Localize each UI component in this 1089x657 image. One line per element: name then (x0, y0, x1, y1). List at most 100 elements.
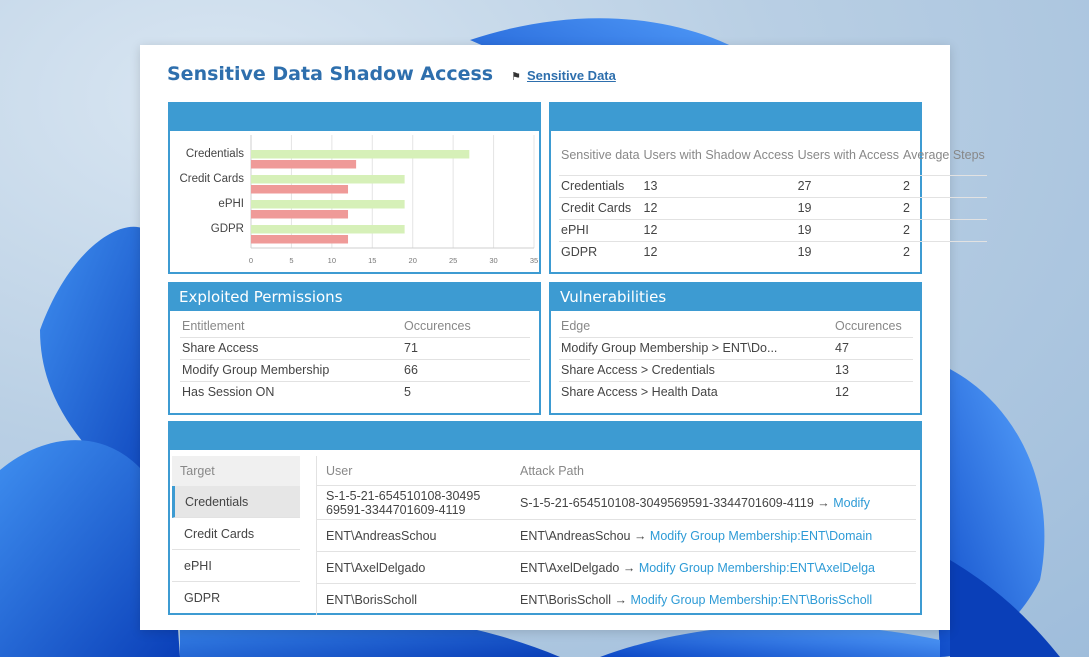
target-item-gdpr[interactable]: GDPR (172, 582, 300, 614)
table-cell: 2 (903, 245, 910, 260)
bar (251, 200, 405, 209)
user-header: User (326, 463, 353, 478)
path-link[interactable]: Modify Group Membership:ENT\Domain (650, 529, 872, 543)
table-cell: Modify Group Membership (180, 359, 402, 382)
table-row[interactable]: GDPR 12 19 2 (559, 241, 987, 263)
column-header: Average Steps (901, 137, 987, 176)
exploited-permissions-table: Entitlement Occurences Share Access 71 M… (180, 315, 530, 403)
tag-link[interactable]: Sensitive Data (527, 68, 616, 83)
panel-title: Vulnerabilities (551, 284, 920, 311)
summary-panel: Sensitive data Users with Shadow Access … (549, 102, 987, 274)
path-cell: ENT\AndreasSchou → Modify Group Membersh… (520, 529, 916, 543)
column-header: Occurences (833, 315, 913, 338)
target-item-ephi[interactable]: ePHI (172, 550, 300, 582)
user-cell: ENT\AndreasSchou (326, 528, 437, 543)
category-label: GDPR (211, 223, 244, 235)
tag-link-wrapper[interactable]: ⚑ Sensitive Data (511, 68, 616, 83)
table-cell: 13 (833, 359, 913, 382)
table-cell: 71 (402, 337, 530, 360)
vulnerabilities-table: Edge Occurences Modify Group Membership … (559, 315, 913, 403)
path-prefix: ENT\BorisScholl → (520, 593, 631, 607)
vulnerabilities-panel: Vulnerabilities Edge Occurences Modify G… (549, 282, 922, 415)
table-cell: 12 (835, 385, 849, 400)
table-row[interactable]: Credit Cards 12 19 2 (559, 197, 987, 220)
x-tick-label: 10 (328, 256, 336, 265)
column-header: Entitlement (180, 315, 402, 338)
path-cell: ENT\AxelDelgado → Modify Group Membershi… (520, 561, 916, 575)
table-cell: 19 (795, 197, 902, 220)
user-line: 69591-3344701609-4119 (326, 502, 466, 517)
bar (251, 210, 349, 219)
table-cell: 5 (404, 385, 411, 400)
table-cell: Share Access (180, 337, 402, 360)
table-header-row: Sensitive data Users with Shadow Access … (559, 137, 987, 176)
column-header: Users with Access (795, 137, 902, 176)
table-cell: 12 (641, 197, 796, 220)
table-row[interactable]: Share Access > Credentials 13 (559, 359, 913, 382)
table-cell: 13 (641, 175, 796, 198)
bar (251, 185, 349, 194)
table-cell: 12 (641, 219, 796, 242)
table-header-row: Entitlement Occurences (180, 315, 530, 338)
dashboard-card: Sensitive Data Shadow Access ⚑ Sensitive… (140, 45, 987, 630)
table-header-row: Edge Occurences (559, 315, 913, 338)
attack-paths-panel-header (170, 423, 920, 450)
attack-path-row[interactable]: ENT\AxelDelgado ENT\AxelDelgado → Modify… (316, 552, 916, 584)
table-cell: Share Access > Health Data (561, 385, 718, 400)
summary-panel-header (551, 104, 920, 131)
table-cell: 19 (797, 245, 812, 260)
table-cell: GDPR (561, 245, 598, 260)
page-title: Sensitive Data Shadow Access (167, 63, 494, 85)
table-cell: Credit Cards (559, 197, 642, 220)
table-row[interactable]: ePHI 12 19 2 (559, 219, 987, 242)
user-cell: ENT\AxelDelgado (326, 560, 426, 575)
table-row[interactable]: Modify Group Membership > ENT\Do... 47 (559, 337, 913, 360)
exploited-permissions-panel: Exploited Permissions Entitlement Occure… (168, 282, 541, 415)
bar (251, 150, 470, 159)
category-label: Credentials (186, 148, 244, 160)
x-tick-label: 20 (409, 256, 417, 265)
table-cell: 12 (643, 245, 658, 260)
table-cell: 2 (901, 197, 987, 220)
bar-chart: 0 5 10 15 20 25 30 35 Credentials Credit Cards ePH… (179, 135, 538, 265)
panel-title: Exploited Permissions (170, 284, 539, 311)
attack-path-row[interactable]: ENT\BorisScholl ENT\BorisScholl → Modify… (316, 584, 916, 616)
path-cell: ENT\BorisScholl → Modify Group Membershi… (520, 593, 916, 607)
x-tick-label: 5 (289, 256, 293, 265)
table-cell: Credentials (559, 175, 642, 198)
table-row[interactable]: Share Access > Health Data 12 (559, 381, 913, 403)
bar (251, 235, 349, 244)
column-header: Sensitive data (559, 137, 642, 176)
table-row[interactable]: Modify Group Membership 66 (180, 359, 530, 382)
column-header: Edge (559, 315, 833, 338)
attack-path-row[interactable]: S-1-5-21-654510108-30495 69591-334470160… (316, 486, 916, 520)
column-header: Occurences (402, 315, 530, 338)
chart-panel: 0 5 10 15 20 25 30 35 Credentials Credit Cards ePH… (168, 102, 541, 274)
path-link[interactable]: Modify Group Membership:ENT\AxelDelga (639, 561, 875, 575)
attack-path-row[interactable]: ENT\AndreasSchou ENT\AndreasSchou → Modi… (316, 520, 916, 552)
category-label: Credit Cards (179, 173, 244, 185)
table-cell: Has Session ON (182, 385, 275, 400)
target-item-credit-cards[interactable]: Credit Cards (172, 518, 300, 550)
table-cell: Modify Group Membership > ENT\Do... (559, 337, 833, 360)
path-link[interactable]: Modify (833, 496, 870, 510)
target-item-credentials[interactable]: Credentials (172, 486, 300, 518)
column-header: Users with Shadow Access (641, 137, 796, 176)
table-cell: 2 (901, 219, 987, 242)
bar (251, 175, 405, 184)
path-header: Attack Path (520, 463, 584, 478)
bar (251, 225, 405, 234)
table-row[interactable]: Share Access 71 (180, 337, 530, 360)
path-cell: S-1-5-21-654510108-3049569591-3344701609… (520, 496, 916, 510)
attack-path-details: User Attack Path S-1-5-21-654510108-3049… (316, 456, 916, 616)
x-tick-label: 0 (249, 256, 253, 265)
table-row[interactable]: Has Session ON 5 (180, 381, 530, 403)
table-row[interactable]: Credentials 13 27 2 (559, 175, 987, 198)
path-prefix: ENT\AxelDelgado → (520, 560, 639, 575)
table-cell: 2 (901, 175, 987, 198)
user-line: S-1-5-21-654510108-30495 (326, 488, 481, 503)
table-cell: 19 (795, 219, 902, 242)
tag-icon: ⚑ (511, 71, 521, 83)
path-link[interactable]: Modify Group Membership:ENT\BorisScholl (630, 593, 872, 607)
chart-panel-header (170, 104, 539, 131)
